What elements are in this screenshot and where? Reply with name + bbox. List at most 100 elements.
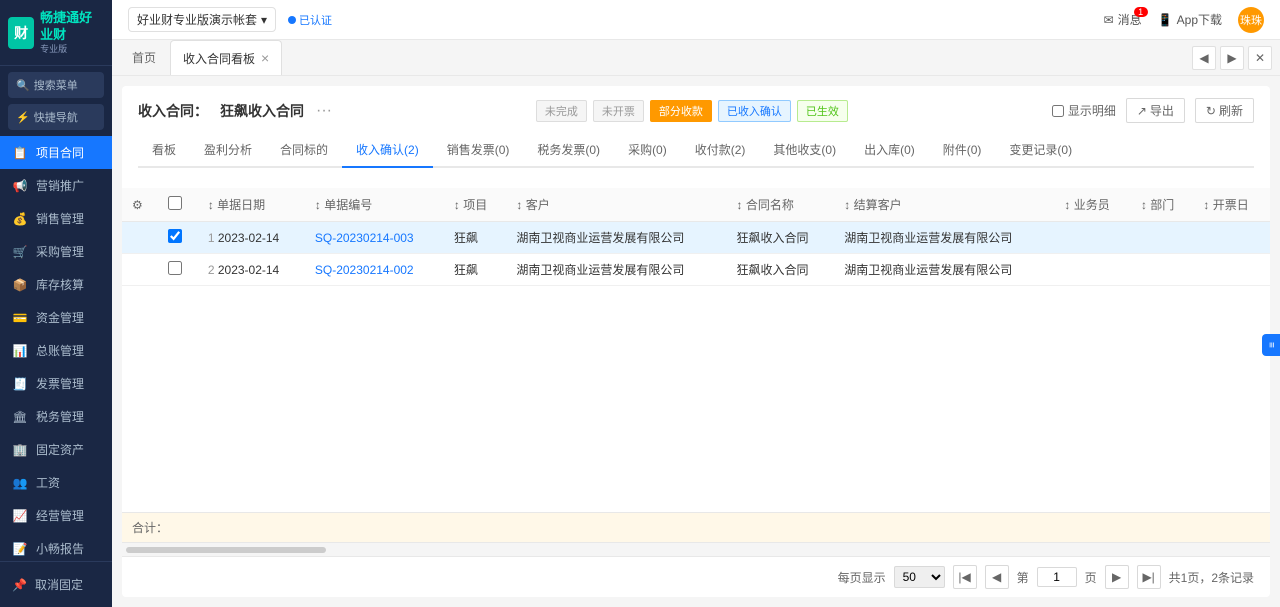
app-download-button[interactable]: 📱 App下载 [1158, 11, 1222, 28]
sub-tab-warehouse[interactable]: 出入库(0) [850, 133, 929, 168]
search-menu-button[interactable]: 🔍 搜索菜单 [8, 72, 104, 98]
main-area: 好业财专业版演示帐套 ▾ 已认证 ✉ 消息 1 📱 App下载 珠珠 首页 [112, 0, 1280, 607]
sub-tab-purchase[interactable]: 采购(0) [614, 133, 681, 168]
tab-close-button[interactable]: ✕ [1248, 46, 1272, 70]
sub-tab-attachment[interactable]: 附件(0) [929, 133, 996, 168]
tax-icon: 🏛 [12, 409, 28, 425]
tab-income-contract[interactable]: 收入合同看板 × [170, 40, 282, 75]
fixed-icon: 🏢 [12, 442, 28, 458]
right-panel-button[interactable]: ≡ [1262, 334, 1280, 356]
status-tag-no_invoice[interactable]: 未开票 [593, 100, 644, 122]
sidebar-item-hr[interactable]: 👥工资 [0, 466, 112, 499]
sub-tab-other_receipt[interactable]: 其他收支(0) [759, 133, 850, 168]
export-icon: ↗ [1137, 104, 1147, 118]
col-project: ↕ 项目 [444, 188, 506, 222]
tab-home[interactable]: 首页 [120, 40, 168, 75]
scroll-thumb[interactable] [126, 547, 326, 553]
row-salesperson [1054, 254, 1131, 286]
select-all-checkbox[interactable] [168, 196, 182, 210]
row-date: 1 2023-02-14 [198, 222, 305, 254]
display-detail-checkbox[interactable]: 显示明细 [1052, 102, 1116, 119]
col-settings: ⚙ [122, 188, 158, 222]
row-settings [122, 254, 158, 286]
close-tab-button[interactable]: × [261, 50, 269, 66]
row-contract-name: 狂飙收入合同 [727, 254, 835, 286]
refresh-button[interactable]: ↻ 刷新 [1195, 98, 1254, 123]
refresh-icon: ↻ [1206, 104, 1216, 118]
avatar[interactable]: 珠珠 [1238, 7, 1264, 33]
col-date: ↕ 单据日期 [198, 188, 305, 222]
tab-next-button[interactable]: ▶ [1220, 46, 1244, 70]
sidebar-item-report[interactable]: 📝小畅报告 [0, 532, 112, 561]
more-button[interactable]: ··· [316, 102, 332, 120]
sidebar-item-purchase[interactable]: 🛒采购管理 [0, 235, 112, 268]
company-name: 好业财专业版演示帐套 [137, 11, 257, 28]
sub-tab-sales_invoice[interactable]: 销售发票(0) [433, 133, 524, 168]
sub-tab-payment[interactable]: 收付款(2) [681, 133, 760, 168]
brand-name: 畅捷通好业财 [40, 10, 104, 44]
first-page-button[interactable]: |◀ [953, 565, 977, 589]
message-button[interactable]: ✉ 消息 1 [1104, 11, 1142, 28]
funds-icon: 💳 [12, 310, 28, 326]
settings-icon[interactable]: ⚙ [132, 198, 143, 212]
row-number-link[interactable]: SQ-20230214-002 [315, 263, 414, 277]
message-badge: 1 [1134, 7, 1148, 17]
sidebar-item-inventory[interactable]: 📦库存核算 [0, 268, 112, 301]
sidebar-item-unpin[interactable]: 📌 取消固定 [0, 568, 112, 601]
tab-prev-button[interactable]: ◀ [1192, 46, 1216, 70]
row-number-link[interactable]: SQ-20230214-003 [315, 231, 414, 245]
table-row[interactable]: 1 2023-02-14 SQ-20230214-003 狂飙 湖南卫视商业运营… [122, 222, 1270, 254]
page-size-select[interactable]: 2050100 [894, 566, 945, 588]
sidebar-item-fixed[interactable]: 🏢固定资产 [0, 433, 112, 466]
table-container: ⚙ ↕ 单据日期 ↕ 单据编号 ↕ 项目 ↕ 客户 ↕ 合同名称 ↕ 结算客户 … [122, 188, 1270, 512]
col-open-date: ↕ 开票日 [1193, 188, 1270, 222]
sidebar-item-sales[interactable]: 💰销售管理 [0, 202, 112, 235]
sidebar: 财 畅捷通好业财 专业版 🔍 搜索菜单 ⚡ 快捷导航 📋项目合同📢营销推广💰销售… [0, 0, 112, 607]
sidebar-item-marketing[interactable]: 📢营销推广 [0, 169, 112, 202]
sidebar-item-invoice[interactable]: 🧾发票管理 [0, 367, 112, 400]
sub-tab-kanban[interactable]: 看板 [138, 133, 190, 168]
purchase-icon: 🛒 [12, 244, 28, 260]
sidebar-item-ops[interactable]: 📈经营管理 [0, 499, 112, 532]
contract-title-row: 收入合同： 狂飙收入合同 ··· 未完成未开票部分收款已收入确认已生效 显示明细… [138, 98, 1254, 123]
hr-icon: 👥 [12, 475, 28, 491]
status-tag-confirmed[interactable]: 已收入确认 [718, 100, 791, 122]
company-selector[interactable]: 好业财专业版演示帐套 ▾ [128, 7, 276, 32]
col-department: ↕ 部门 [1131, 188, 1193, 222]
quick-nav-button[interactable]: ⚡ 快捷导航 [8, 104, 104, 130]
row-checkbox-input[interactable] [168, 229, 182, 243]
sidebar-nav: 📋项目合同📢营销推广💰销售管理🛒采购管理📦库存核算💳资金管理📊总账管理🧾发票管理… [0, 136, 112, 561]
page-input[interactable] [1037, 567, 1077, 587]
status-tag-effective[interactable]: 已生效 [797, 100, 848, 122]
inventory-icon: 📦 [12, 277, 28, 293]
sidebar-item-general[interactable]: 📊总账管理 [0, 334, 112, 367]
contract-label: 收入合同： [138, 101, 208, 121]
tab-nav-buttons: ◀ ▶ ✕ [1192, 46, 1272, 70]
col-checkbox [158, 188, 198, 222]
verified-dot-icon [288, 16, 296, 24]
col-number: ↕ 单据编号 [305, 188, 444, 222]
sidebar-item-project[interactable]: 📋项目合同 [0, 136, 112, 169]
row-open-date [1193, 254, 1270, 286]
sub-tab-contract_std[interactable]: 合同标的 [266, 133, 342, 168]
sub-tab-tax_invoice[interactable]: 税务发票(0) [523, 133, 614, 168]
row-salesperson [1054, 222, 1131, 254]
row-customer: 湖南卫视商业运营发展有限公司 [506, 254, 726, 286]
prev-page-button[interactable]: ◀ [985, 565, 1009, 589]
status-tag-partial_receipt[interactable]: 部分收款 [650, 100, 712, 122]
status-tag-incomplete[interactable]: 未完成 [536, 100, 587, 122]
next-page-button[interactable]: ▶ [1105, 565, 1129, 589]
row-number: SQ-20230214-002 [305, 254, 444, 286]
sub-tab-income_confirm[interactable]: 收入确认(2) [342, 133, 433, 168]
sidebar-item-funds[interactable]: 💳资金管理 [0, 301, 112, 334]
sub-tab-profit[interactable]: 盈利分析 [190, 133, 266, 168]
col-settlement: ↕ 结算客户 [834, 188, 1054, 222]
display-detail-input[interactable] [1052, 105, 1064, 117]
sidebar-item-tax[interactable]: 🏛税务管理 [0, 400, 112, 433]
row-checkbox-input[interactable] [168, 261, 182, 275]
export-button[interactable]: ↗ 导出 [1126, 98, 1185, 123]
table-row[interactable]: 2 2023-02-14 SQ-20230214-002 狂飙 湖南卫视商业运营… [122, 254, 1270, 286]
chevron-down-icon: ▾ [261, 13, 267, 27]
sub-tab-change_record[interactable]: 变更记录(0) [995, 133, 1086, 168]
last-page-button[interactable]: ▶| [1137, 565, 1161, 589]
